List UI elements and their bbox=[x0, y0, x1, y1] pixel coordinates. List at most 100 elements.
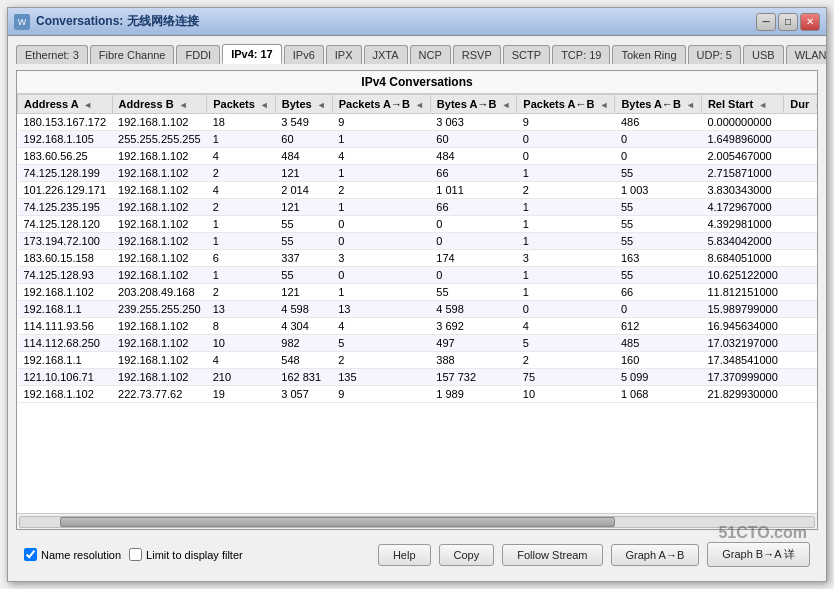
table-row[interactable]: 192.168.1.102222.73.77.62193 05791 98910… bbox=[18, 386, 818, 403]
cell-1-3: 60 bbox=[275, 131, 332, 148]
cell-14-3: 548 bbox=[275, 352, 332, 369]
table-row[interactable]: 74.125.235.195192.168.1.10221211661554.1… bbox=[18, 199, 818, 216]
cell-0-6: 9 bbox=[517, 114, 615, 131]
follow-stream-button[interactable]: Follow Stream bbox=[502, 544, 602, 566]
window-controls: ─ □ ✕ bbox=[756, 13, 820, 31]
sort-arrow: ◄ bbox=[600, 100, 609, 110]
cell-5-8: 4.172967000 bbox=[701, 199, 783, 216]
cell-9-9 bbox=[784, 267, 817, 284]
cell-15-3: 162 831 bbox=[275, 369, 332, 386]
tab-ipv4--17[interactable]: IPv4: 17 bbox=[222, 44, 282, 64]
tab-jxta[interactable]: JXTA bbox=[364, 45, 408, 64]
table-row[interactable]: 121.10.106.71192.168.1.102210162 8311351… bbox=[18, 369, 818, 386]
col-header-3[interactable]: Bytes ◄ bbox=[275, 95, 332, 114]
table-row[interactable]: 180.153.167.172192.168.1.102183 54993 06… bbox=[18, 114, 818, 131]
cell-14-2: 4 bbox=[207, 352, 276, 369]
cell-12-2: 8 bbox=[207, 318, 276, 335]
tab-fddi[interactable]: FDDI bbox=[176, 45, 220, 64]
scroll-thumb[interactable] bbox=[60, 517, 616, 527]
cell-3-4: 1 bbox=[332, 165, 430, 182]
graph-ab-button[interactable]: Graph A→B bbox=[611, 544, 700, 566]
table-container[interactable]: Address A ◄Address B ◄Packets ◄Bytes ◄Pa… bbox=[17, 94, 817, 513]
col-header-9[interactable]: Dur ◄ bbox=[784, 95, 817, 114]
cell-5-7: 55 bbox=[615, 199, 701, 216]
cell-11-8: 15.989799000 bbox=[701, 301, 783, 318]
cell-2-1: 192.168.1.102 bbox=[112, 148, 207, 165]
tab-ipx[interactable]: IPX bbox=[326, 45, 362, 64]
cell-3-1: 192.168.1.102 bbox=[112, 165, 207, 182]
tab-token-ring[interactable]: Token Ring bbox=[612, 45, 685, 64]
col-header-0[interactable]: Address A ◄ bbox=[18, 95, 113, 114]
cell-13-1: 192.168.1.102 bbox=[112, 335, 207, 352]
col-header-5[interactable]: Bytes A→B ◄ bbox=[430, 95, 516, 114]
tab-fibre-channe[interactable]: Fibre Channe bbox=[90, 45, 175, 64]
table-row[interactable]: 114.112.68.250192.168.1.1021098254975485… bbox=[18, 335, 818, 352]
cell-14-7: 160 bbox=[615, 352, 701, 369]
panel-title: IPv4 Conversations bbox=[17, 71, 817, 94]
tab-sctp[interactable]: SCTP bbox=[503, 45, 550, 64]
col-header-8[interactable]: Rel Start ◄ bbox=[701, 95, 783, 114]
graph-ba-button[interactable]: Graph B→A 详 bbox=[707, 542, 810, 567]
table-row[interactable]: 114.111.93.56192.168.1.10284 30443 69246… bbox=[18, 318, 818, 335]
maximize-button[interactable]: □ bbox=[778, 13, 798, 31]
cell-2-2: 4 bbox=[207, 148, 276, 165]
cell-11-2: 13 bbox=[207, 301, 276, 318]
tab-wlan[interactable]: WLAN bbox=[786, 45, 826, 64]
cell-12-0: 114.111.93.56 bbox=[18, 318, 113, 335]
scroll-track[interactable] bbox=[19, 516, 815, 528]
cell-7-0: 173.194.72.100 bbox=[18, 233, 113, 250]
table-row[interactable]: 183.60.15.158192.168.1.1026337317431638.… bbox=[18, 250, 818, 267]
cell-9-0: 74.125.128.93 bbox=[18, 267, 113, 284]
cell-8-5: 174 bbox=[430, 250, 516, 267]
table-row[interactable]: 74.125.128.120192.168.1.102155001554.392… bbox=[18, 216, 818, 233]
col-header-6[interactable]: Packets A←B ◄ bbox=[517, 95, 615, 114]
cell-5-3: 121 bbox=[275, 199, 332, 216]
col-header-1[interactable]: Address B ◄ bbox=[112, 95, 207, 114]
cell-0-3: 3 549 bbox=[275, 114, 332, 131]
tab-ethernet--3[interactable]: Ethernet: 3 bbox=[16, 45, 88, 64]
tab-rsvp[interactable]: RSVP bbox=[453, 45, 501, 64]
copy-button[interactable]: Copy bbox=[439, 544, 495, 566]
table-row[interactable]: 192.168.1.102203.208.49.168212115516611.… bbox=[18, 284, 818, 301]
table-row[interactable]: 192.168.1.1192.168.1.10245482388216017.3… bbox=[18, 352, 818, 369]
cell-3-8: 2.715871000 bbox=[701, 165, 783, 182]
help-button[interactable]: Help bbox=[378, 544, 431, 566]
tab-ncp[interactable]: NCP bbox=[410, 45, 451, 64]
cell-11-3: 4 598 bbox=[275, 301, 332, 318]
table-row[interactable]: 192.168.1.105255.255.255.255160160001.64… bbox=[18, 131, 818, 148]
cell-12-9 bbox=[784, 318, 817, 335]
table-row[interactable]: 173.194.72.100192.168.1.102155001555.834… bbox=[18, 233, 818, 250]
name-resolution-checkbox[interactable] bbox=[24, 548, 37, 561]
tab-udp--5[interactable]: UDP: 5 bbox=[688, 45, 741, 64]
cell-7-2: 1 bbox=[207, 233, 276, 250]
tab-usb[interactable]: USB bbox=[743, 45, 784, 64]
tab-tcp--19[interactable]: TCP: 19 bbox=[552, 45, 610, 64]
limit-filter-checkbox[interactable] bbox=[129, 548, 142, 561]
table-row[interactable]: 74.125.128.93192.168.1.1021550015510.625… bbox=[18, 267, 818, 284]
col-header-2[interactable]: Packets ◄ bbox=[207, 95, 276, 114]
col-header-7[interactable]: Bytes A←B ◄ bbox=[615, 95, 701, 114]
cell-13-4: 5 bbox=[332, 335, 430, 352]
cell-9-8: 10.625122000 bbox=[701, 267, 783, 284]
cell-15-0: 121.10.106.71 bbox=[18, 369, 113, 386]
table-row[interactable]: 101.226.129.171192.168.1.10242 01421 011… bbox=[18, 182, 818, 199]
col-header-4[interactable]: Packets A→B ◄ bbox=[332, 95, 430, 114]
name-resolution-checkbox-label[interactable]: Name resolution bbox=[24, 548, 121, 561]
cell-4-5: 1 011 bbox=[430, 182, 516, 199]
minimize-button[interactable]: ─ bbox=[756, 13, 776, 31]
cell-6-7: 55 bbox=[615, 216, 701, 233]
table-row[interactable]: 183.60.56.25192.168.1.10244844484002.005… bbox=[18, 148, 818, 165]
bottom-bar: Name resolution Limit to display filter … bbox=[16, 536, 818, 573]
cell-1-5: 60 bbox=[430, 131, 516, 148]
tab-ipv6[interactable]: IPv6 bbox=[284, 45, 324, 64]
horizontal-scrollbar[interactable] bbox=[17, 513, 817, 529]
table-row[interactable]: 74.125.128.199192.168.1.10221211661552.7… bbox=[18, 165, 818, 182]
cell-9-2: 1 bbox=[207, 267, 276, 284]
cell-8-3: 337 bbox=[275, 250, 332, 267]
cell-14-9 bbox=[784, 352, 817, 369]
close-button[interactable]: ✕ bbox=[800, 13, 820, 31]
limit-filter-checkbox-label[interactable]: Limit to display filter bbox=[129, 548, 243, 561]
cell-0-9 bbox=[784, 114, 817, 131]
table-row[interactable]: 192.168.1.1239.255.255.250134 598134 598… bbox=[18, 301, 818, 318]
cell-8-2: 6 bbox=[207, 250, 276, 267]
